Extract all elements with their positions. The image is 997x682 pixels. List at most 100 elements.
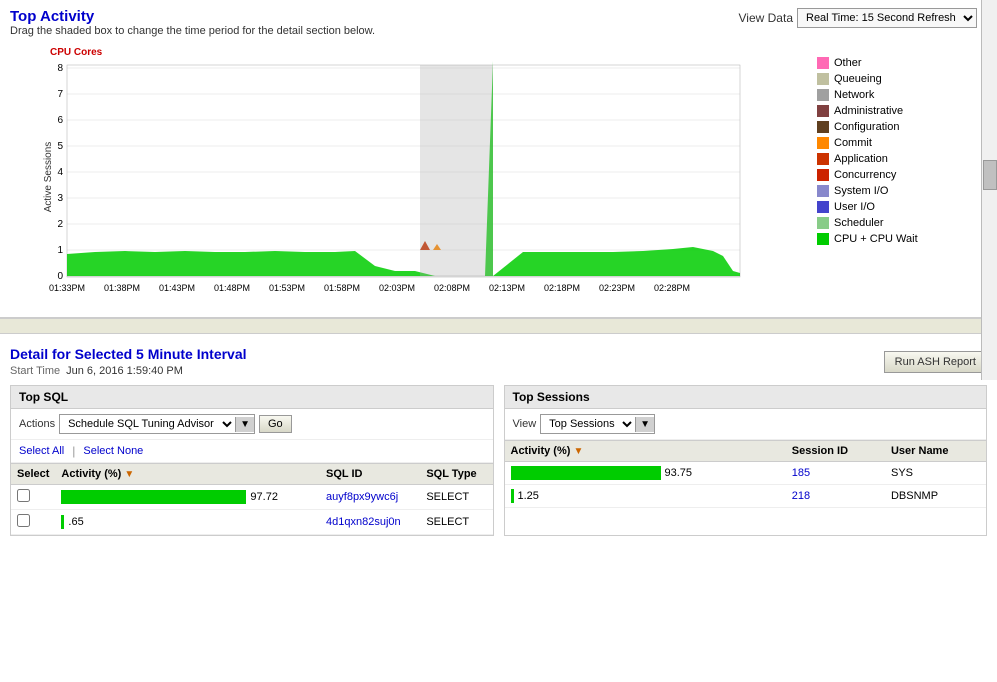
svg-text:8: 8 <box>57 63 63 74</box>
top-activity-section: Top Activity Drag the shaded box to chan… <box>0 0 997 318</box>
legend-item-concurrency: Concurrency <box>817 169 987 181</box>
activity-bar <box>511 466 661 480</box>
legend-color-network <box>817 89 829 101</box>
col-sql-type: SQL Type <box>420 464 492 485</box>
row-checkbox[interactable] <box>17 489 30 502</box>
view-label: View <box>513 418 537 430</box>
legend-color-user-io <box>817 201 829 213</box>
activity-bar <box>511 489 514 503</box>
svg-text:3: 3 <box>57 193 63 204</box>
col-sessions-activity[interactable]: Activity (%) ▼ <box>505 441 786 462</box>
row-activity-cell: 97.72 <box>55 485 320 510</box>
legend-item-configuration: Configuration <box>817 121 987 133</box>
top-activity-title: Top Activity <box>10 8 375 25</box>
col-activity[interactable]: Activity (%) ▼ <box>55 464 320 485</box>
svg-text:01:58PM: 01:58PM <box>324 283 360 293</box>
svg-text:0: 0 <box>57 271 63 282</box>
view-data-select[interactable]: Real Time: 15 Second Refresh <box>797 8 977 28</box>
row-sql-id-cell: auyf8px9ywc6j <box>320 485 420 510</box>
scrollbar[interactable] <box>981 0 997 380</box>
chart-container: CPU Cores Active Sessions 8 7 6 <box>10 43 987 317</box>
legend-color-application <box>817 153 829 165</box>
table-row: .65 4d1qxn82suj0n SELECT <box>11 510 493 535</box>
session-id-cell: 185 <box>786 462 885 485</box>
legend-label-configuration: Configuration <box>834 121 899 133</box>
legend-item-network: Network <box>817 89 987 101</box>
top-sql-panel: Top SQL Actions Schedule SQL Tuning Advi… <box>10 385 494 536</box>
activity-value: 97.72 <box>250 491 278 503</box>
legend-label-queueing: Queueing <box>834 73 882 85</box>
session-id-link[interactable]: 218 <box>792 490 810 502</box>
start-time-label: Start Time <box>10 365 60 377</box>
go-button[interactable]: Go <box>259 415 292 433</box>
legend-color-scheduler <box>817 217 829 229</box>
actions-select-arrow-icon[interactable]: ▼ <box>235 417 254 432</box>
top-activity-subtitle: Drag the shaded box to change the time p… <box>10 25 375 37</box>
detail-header: Detail for Selected 5 Minute Interval St… <box>10 346 987 377</box>
detail-title: Detail for Selected 5 Minute Interval <box>10 346 247 362</box>
scrollbar-thumb[interactable] <box>983 160 997 190</box>
legend-color-system-io <box>817 185 829 197</box>
legend-item-other: Other <box>817 57 987 69</box>
sessions-select[interactable]: Top Sessions <box>541 415 635 433</box>
session-activity-cell: 93.75 <box>505 462 786 485</box>
row-sql-type-cell: SELECT <box>420 510 492 535</box>
cpu-cores-label: CPU Cores <box>50 47 102 58</box>
top-sessions-header: Top Sessions <box>505 386 987 409</box>
svg-text:2: 2 <box>57 219 63 230</box>
select-none-link[interactable]: Select None <box>83 445 143 457</box>
session-activity-cell: 1.25 <box>505 485 786 508</box>
top-sql-table: Select Activity (%) ▼ SQL ID SQL Type <box>11 463 493 535</box>
svg-text:02:08PM: 02:08PM <box>434 283 470 293</box>
row-activity-cell: .65 <box>55 510 320 535</box>
top-sessions-panel: Top Sessions View Top Sessions ▼ A <box>504 385 988 536</box>
legend-label-cpu-wait: CPU + CPU Wait <box>834 233 918 245</box>
svg-text:02:23PM: 02:23PM <box>599 283 635 293</box>
svg-text:01:53PM: 01:53PM <box>269 283 305 293</box>
activity-value: 93.75 <box>665 467 693 479</box>
sql-id-link[interactable]: 4d1qxn82suj0n <box>326 516 401 528</box>
legend-item-scheduler: Scheduler <box>817 217 987 229</box>
legend-label-commit: Commit <box>834 137 872 149</box>
top-sessions-view-row: View Top Sessions ▼ <box>505 409 987 440</box>
svg-text:4: 4 <box>57 167 63 178</box>
svg-text:5: 5 <box>57 141 63 152</box>
row-checkbox[interactable] <box>17 514 30 527</box>
activity-value: .65 <box>68 516 83 528</box>
legend-label-administrative: Administrative <box>834 105 903 117</box>
actions-select-wrapper: Schedule SQL Tuning Advisor ▼ <box>59 414 255 434</box>
session-id-link[interactable]: 185 <box>792 467 810 479</box>
sessions-select-wrapper: Top Sessions ▼ <box>540 414 655 434</box>
legend-item-cpu-wait: CPU + CPU Wait <box>817 233 987 245</box>
legend-color-administrative <box>817 105 829 117</box>
actions-select[interactable]: Schedule SQL Tuning Advisor <box>60 415 235 433</box>
table-row: 93.75 185 SYS <box>505 462 987 485</box>
select-links-row: Select All | Select None <box>11 440 493 463</box>
view-data-row: View Data Real Time: 15 Second Refresh <box>739 8 977 28</box>
sessions-select-arrow-icon[interactable]: ▼ <box>635 417 654 432</box>
legend-label-network: Network <box>834 89 874 101</box>
select-all-link[interactable]: Select All <box>19 445 64 457</box>
legend-item-queueing: Queueing <box>817 73 987 85</box>
detail-columns: Top SQL Actions Schedule SQL Tuning Advi… <box>10 385 987 536</box>
detail-section: Detail for Selected 5 Minute Interval St… <box>0 334 997 544</box>
sql-id-link[interactable]: auyf8px9ywc6j <box>326 491 398 503</box>
session-id-cell: 218 <box>786 485 885 508</box>
svg-text:1: 1 <box>57 245 63 256</box>
legend-item-commit: Commit <box>817 137 987 149</box>
sort-icon: ▼ <box>573 446 583 457</box>
chart-legend: Other Queueing Network Administrative Co… <box>817 47 987 307</box>
svg-text:01:38PM: 01:38PM <box>104 283 140 293</box>
top-sessions-table: Activity (%) ▼ Session ID User Name <box>505 440 987 508</box>
activity-bar <box>61 515 64 529</box>
table-row: 97.72 auyf8px9ywc6j SELECT <box>11 485 493 510</box>
legend-label-concurrency: Concurrency <box>834 169 896 181</box>
legend-color-configuration <box>817 121 829 133</box>
svg-text:01:48PM: 01:48PM <box>214 283 250 293</box>
y-axis-label: Active Sessions <box>43 142 54 213</box>
start-time-value: Jun 6, 2016 1:59:40 PM <box>66 365 183 377</box>
col-select: Select <box>11 464 55 485</box>
svg-text:02:18PM: 02:18PM <box>544 283 580 293</box>
run-ash-report-button[interactable]: Run ASH Report <box>884 351 987 373</box>
legend-label-other: Other <box>834 57 862 69</box>
